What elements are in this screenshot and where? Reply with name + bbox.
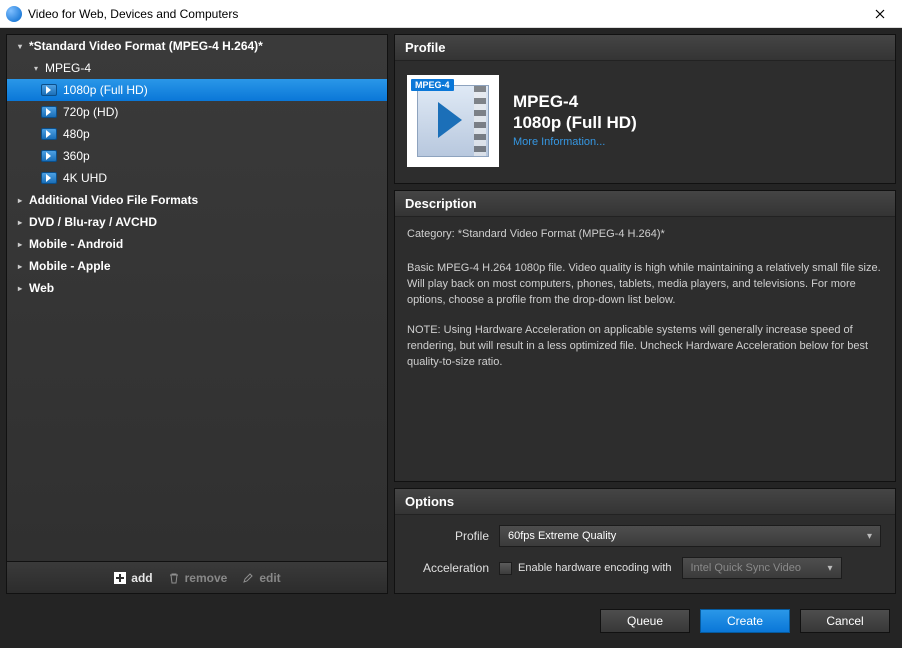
format-icon: [41, 84, 57, 96]
thumbnail-inner: [417, 85, 489, 157]
create-button[interactable]: Create: [700, 609, 790, 633]
content: ▾ *Standard Video Format (MPEG-4 H.264)*…: [6, 34, 896, 594]
tree-label: 4K UHD: [63, 171, 107, 185]
titlebar: Video for Web, Devices and Computers: [0, 0, 902, 28]
description-body: Category: *Standard Video Format (MPEG-4…: [395, 217, 895, 481]
sidebar: ▾ *Standard Video Format (MPEG-4 H.264)*…: [6, 34, 388, 594]
chevron-down-icon: ▾: [15, 41, 25, 51]
profile-panel: Profile MPEG-4 MPEG-4 1080p (Full HD): [394, 34, 896, 184]
option-row-profile: Profile 60fps Extreme Quality: [409, 525, 881, 547]
acceleration-engine-select[interactable]: Intel Quick Sync Video: [682, 557, 842, 579]
chevron-right-icon: ▸: [15, 217, 25, 227]
option-row-acceleration: Acceleration Enable hardware encoding wi…: [409, 557, 881, 579]
tree-item-480p[interactable]: 480p: [7, 123, 387, 145]
tree-label: *Standard Video Format (MPEG-4 H.264)*: [29, 39, 263, 53]
profile-label: Profile: [409, 529, 489, 543]
chevron-right-icon: ▸: [15, 239, 25, 249]
play-icon: [438, 102, 462, 138]
acceleration-label: Acceleration: [409, 561, 489, 575]
tree-label: Web: [29, 281, 54, 295]
hardware-encoding-label: Enable hardware encoding with: [518, 562, 672, 574]
app-window: Video for Web, Devices and Computers ▾ *…: [0, 0, 902, 648]
tree-category-apple[interactable]: ▸ Mobile - Apple: [7, 255, 387, 277]
select-value: 60fps Extreme Quality: [508, 530, 616, 542]
profile-title-1: MPEG-4: [513, 91, 637, 112]
tree-category-web[interactable]: ▸ Web: [7, 277, 387, 299]
button-label: edit: [259, 571, 280, 585]
tree-item-4kuhd[interactable]: 4K UHD: [7, 167, 387, 189]
options-panel: Options Profile 60fps Extreme Quality Ac…: [394, 488, 896, 594]
profile-select[interactable]: 60fps Extreme Quality: [499, 525, 881, 547]
tree-category-additional[interactable]: ▸ Additional Video File Formats: [7, 189, 387, 211]
main: Profile MPEG-4 MPEG-4 1080p (Full HD): [394, 34, 896, 594]
format-icon: [41, 150, 57, 162]
button-label: Queue: [627, 614, 663, 628]
format-icon: [41, 128, 57, 140]
trash-icon: [167, 571, 181, 585]
tree-item-1080p[interactable]: 1080p (Full HD): [7, 79, 387, 101]
description-paragraph-2: NOTE: Using Hardware Acceleration on app…: [407, 323, 883, 371]
sidebar-toolbar: add remove edit: [6, 562, 388, 594]
profile-heading: Profile: [395, 35, 895, 61]
window-title: Video for Web, Devices and Computers: [28, 7, 864, 21]
close-icon: [875, 9, 885, 19]
description-heading: Description: [395, 191, 895, 217]
chevron-right-icon: ▸: [15, 261, 25, 271]
body: ▾ *Standard Video Format (MPEG-4 H.264)*…: [0, 28, 902, 648]
format-icon: [41, 172, 57, 184]
profile-thumbnail: MPEG-4: [407, 75, 499, 167]
profile-titles: MPEG-4 1080p (Full HD) More Information.…: [513, 75, 637, 167]
close-button[interactable]: [864, 2, 896, 26]
tree-category-android[interactable]: ▸ Mobile - Android: [7, 233, 387, 255]
tree-label: Additional Video File Formats: [29, 193, 198, 207]
tree-label: Mobile - Android: [29, 237, 123, 251]
tree-item-360p[interactable]: 360p: [7, 145, 387, 167]
profile-body: MPEG-4 MPEG-4 1080p (Full HD) More Infor…: [395, 61, 895, 183]
tree-label: 720p (HD): [63, 105, 118, 119]
chevron-down-icon: ▾: [31, 63, 41, 73]
tree-label: DVD / Blu-ray / AVCHD: [29, 215, 157, 229]
format-tree[interactable]: ▾ *Standard Video Format (MPEG-4 H.264)*…: [6, 34, 388, 562]
cancel-button[interactable]: Cancel: [800, 609, 890, 633]
queue-button[interactable]: Queue: [600, 609, 690, 633]
tree-category-dvd[interactable]: ▸ DVD / Blu-ray / AVCHD: [7, 211, 387, 233]
select-value: Intel Quick Sync Video: [691, 562, 801, 574]
chevron-right-icon: ▸: [15, 283, 25, 293]
chevron-right-icon: ▸: [15, 195, 25, 205]
tree-label: 1080p (Full HD): [63, 83, 148, 97]
tree-label: MPEG-4: [45, 61, 91, 75]
tree-label: 480p: [63, 127, 90, 141]
edit-button[interactable]: edit: [241, 571, 280, 585]
button-label: Create: [727, 614, 763, 628]
profile-title-2: 1080p (Full HD): [513, 112, 637, 133]
app-icon: [6, 6, 22, 22]
film-strip-icon: [474, 86, 486, 156]
options-body: Profile 60fps Extreme Quality Accelerati…: [395, 515, 895, 593]
add-button[interactable]: add: [113, 571, 152, 585]
more-information-link[interactable]: More Information...: [513, 136, 605, 148]
tree-group-mpeg4[interactable]: ▾ MPEG-4: [7, 57, 387, 79]
hardware-encoding-checkbox[interactable]: [499, 562, 512, 575]
tree-label: 360p: [63, 149, 90, 163]
description-category: Category: *Standard Video Format (MPEG-4…: [407, 227, 883, 243]
dialog-footer: Queue Create Cancel: [6, 600, 896, 642]
description-paragraph-1: Basic MPEG-4 H.264 1080p file. Video qua…: [407, 261, 883, 309]
plus-icon: [113, 571, 127, 585]
format-icon: [41, 106, 57, 118]
tree-category-standard[interactable]: ▾ *Standard Video Format (MPEG-4 H.264)*: [7, 35, 387, 57]
tree-label: Mobile - Apple: [29, 259, 111, 273]
options-heading: Options: [395, 489, 895, 515]
button-label: add: [131, 571, 152, 585]
tree-item-720p[interactable]: 720p (HD): [7, 101, 387, 123]
button-label: remove: [185, 571, 228, 585]
description-panel: Description Category: *Standard Video Fo…: [394, 190, 896, 482]
format-badge: MPEG-4: [411, 79, 454, 91]
remove-button[interactable]: remove: [167, 571, 228, 585]
pencil-icon: [241, 571, 255, 585]
button-label: Cancel: [826, 614, 863, 628]
